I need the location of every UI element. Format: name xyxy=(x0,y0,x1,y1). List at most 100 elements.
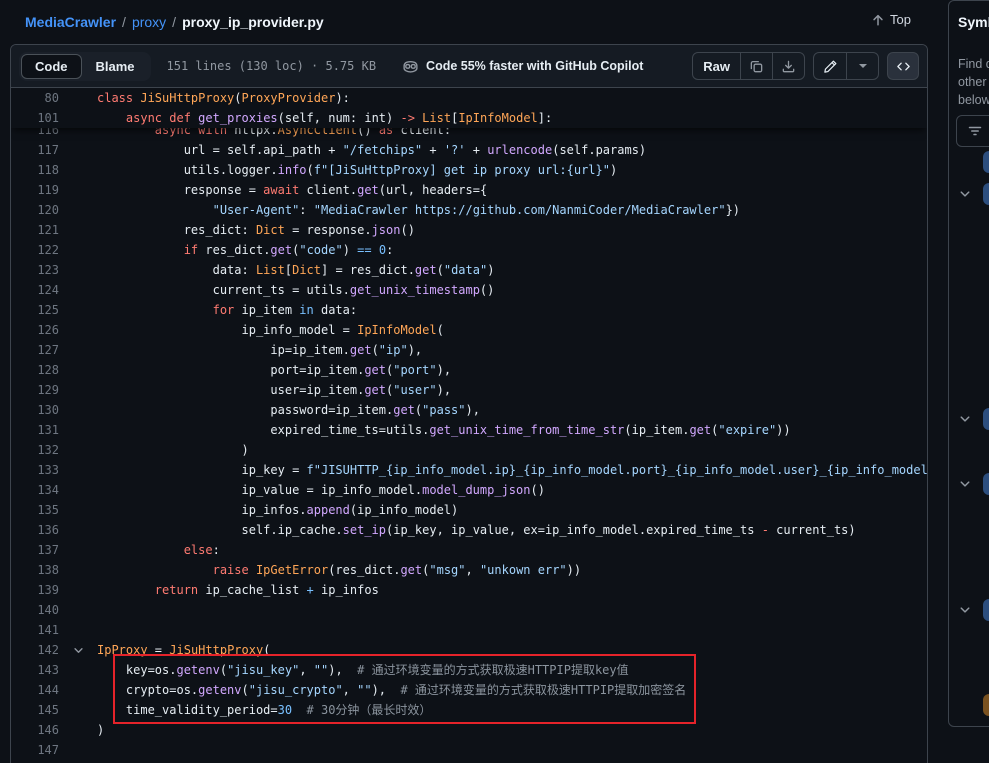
copy-button[interactable] xyxy=(740,53,772,79)
line-number[interactable]: 135 xyxy=(11,500,59,520)
fold-gutter xyxy=(59,240,97,260)
fold-gutter xyxy=(59,88,97,108)
symbol-item[interactable] xyxy=(957,182,989,206)
breadcrumb-separator: / xyxy=(172,14,176,30)
edit-dropdown-button[interactable] xyxy=(846,53,878,79)
line-number[interactable]: 132 xyxy=(11,440,59,460)
symbol-name-chip[interactable] xyxy=(983,599,989,621)
symbol-item[interactable] xyxy=(957,150,989,174)
symbol-item[interactable] xyxy=(957,472,989,496)
line-number[interactable]: 144 xyxy=(11,680,59,700)
symbol-name-chip[interactable] xyxy=(983,694,989,716)
symbols-filter-input[interactable] xyxy=(956,115,989,147)
fold-gutter xyxy=(59,300,97,320)
fold-gutter xyxy=(59,200,97,220)
code-text: crypto=os.getenv("jisu_crypto", ""), # 通… xyxy=(97,680,927,700)
line-number[interactable]: 138 xyxy=(11,560,59,580)
symbol-item[interactable] xyxy=(957,407,989,431)
code-text: return ip_cache_list + ip_infos xyxy=(97,580,927,600)
line-number[interactable]: 147 xyxy=(11,740,59,760)
line-number[interactable]: 117 xyxy=(11,140,59,160)
download-button[interactable] xyxy=(772,53,804,79)
chevron-down-icon[interactable] xyxy=(957,604,973,616)
breadcrumb-repo-link[interactable]: MediaCrawler xyxy=(25,14,116,30)
symbol-item[interactable] xyxy=(957,693,989,717)
code-line-130: 130 password=ip_item.get("pass"), xyxy=(11,400,927,420)
line-number[interactable]: 130 xyxy=(11,400,59,420)
line-number[interactable]: 124 xyxy=(11,280,59,300)
fold-gutter xyxy=(59,360,97,380)
back-to-top-link[interactable]: Top xyxy=(871,12,911,27)
line-number[interactable]: 134 xyxy=(11,480,59,500)
fold-gutter xyxy=(59,400,97,420)
raw-button[interactable]: Raw xyxy=(693,53,740,79)
line-number[interactable]: 137 xyxy=(11,540,59,560)
code-line-137: 137 else: xyxy=(11,540,927,560)
line-number[interactable]: 145 xyxy=(11,700,59,720)
code-text: response = await client.get(url, headers… xyxy=(97,180,927,200)
fold-gutter xyxy=(59,600,97,620)
code-line-134: 134 ip_value = ip_info_model.model_dump_… xyxy=(11,480,927,500)
line-number[interactable]: 131 xyxy=(11,420,59,440)
code-line-122: 122 if res_dict.get("code") == 0: xyxy=(11,240,927,260)
copy-icon xyxy=(749,59,764,74)
line-number[interactable]: 128 xyxy=(11,360,59,380)
line-number[interactable]: 123 xyxy=(11,260,59,280)
line-number[interactable]: 127 xyxy=(11,340,59,360)
line-number[interactable]: 139 xyxy=(11,580,59,600)
line-number[interactable]: 133 xyxy=(11,460,59,480)
fold-gutter xyxy=(59,140,97,160)
line-number[interactable]: 129 xyxy=(11,380,59,400)
fold-gutter xyxy=(59,280,97,300)
code-text: key=os.getenv("jisu_key", ""), # 通过环境变量的… xyxy=(97,660,927,680)
code-text xyxy=(97,620,927,640)
code-text: data: List[Dict] = res_dict.get("data") xyxy=(97,260,927,280)
code-text: ) xyxy=(97,440,927,460)
chevron-down-icon[interactable] xyxy=(957,413,973,425)
symbol-item[interactable] xyxy=(957,598,989,622)
line-number[interactable]: 119 xyxy=(11,180,59,200)
edit-button[interactable] xyxy=(814,53,846,79)
fold-chevron-icon[interactable] xyxy=(59,640,97,660)
tab-blame[interactable]: Blame xyxy=(82,54,149,79)
code-line-138: 138 raise IpGetError(res_dict.get("msg",… xyxy=(11,560,927,580)
symbol-name-chip[interactable] xyxy=(983,151,989,173)
toolbar-actions: Raw xyxy=(692,52,919,80)
symbol-name-chip[interactable] xyxy=(983,183,989,205)
tab-code[interactable]: Code xyxy=(21,54,82,79)
code-text: async def get_proxies(self, num: int) ->… xyxy=(97,108,927,128)
line-number[interactable]: 143 xyxy=(11,660,59,680)
symbol-name-chip[interactable] xyxy=(983,408,989,430)
code-text: url = self.api_path + "/fetchips" + '?' … xyxy=(97,140,927,160)
code-text: ip_value = ip_info_model.model_dump_json… xyxy=(97,480,927,500)
fold-gutter xyxy=(59,180,97,200)
line-number[interactable]: 120 xyxy=(11,200,59,220)
line-number[interactable]: 141 xyxy=(11,620,59,640)
chevron-down-icon[interactable] xyxy=(957,188,973,200)
raw-actions-group: Raw xyxy=(692,52,805,80)
line-number[interactable]: 142 xyxy=(11,640,59,660)
line-number[interactable]: 121 xyxy=(11,220,59,240)
fold-gutter xyxy=(59,540,97,560)
line-number[interactable]: 126 xyxy=(11,320,59,340)
line-number[interactable]: 118 xyxy=(11,160,59,180)
breadcrumb-folder-link[interactable]: proxy xyxy=(132,14,166,30)
chevron-down-icon xyxy=(858,61,868,71)
line-number[interactable]: 122 xyxy=(11,240,59,260)
chevron-down-icon[interactable] xyxy=(957,478,973,490)
line-number[interactable]: 146 xyxy=(11,720,59,740)
line-number[interactable]: 140 xyxy=(11,600,59,620)
back-to-top-label: Top xyxy=(890,12,911,27)
code-line-147: 147 xyxy=(11,740,927,760)
symbols-toggle-button[interactable] xyxy=(887,52,919,80)
line-number[interactable]: 80 xyxy=(11,88,59,108)
code-text: utils.logger.info(f"[JiSuHttpProxy] get … xyxy=(97,160,927,180)
fold-gutter xyxy=(59,260,97,280)
line-number[interactable]: 125 xyxy=(11,300,59,320)
symbol-name-chip[interactable] xyxy=(983,473,989,495)
code-line-143: 143 key=os.getenv("jisu_key", ""), # 通过环… xyxy=(11,660,927,680)
code-line-117: 117 url = self.api_path + "/fetchips" + … xyxy=(11,140,927,160)
line-number[interactable]: 136 xyxy=(11,520,59,540)
line-number[interactable]: 101 xyxy=(11,108,59,128)
file-view-panel: Code Blame 151 lines (130 loc) · 5.75 KB… xyxy=(10,44,928,763)
